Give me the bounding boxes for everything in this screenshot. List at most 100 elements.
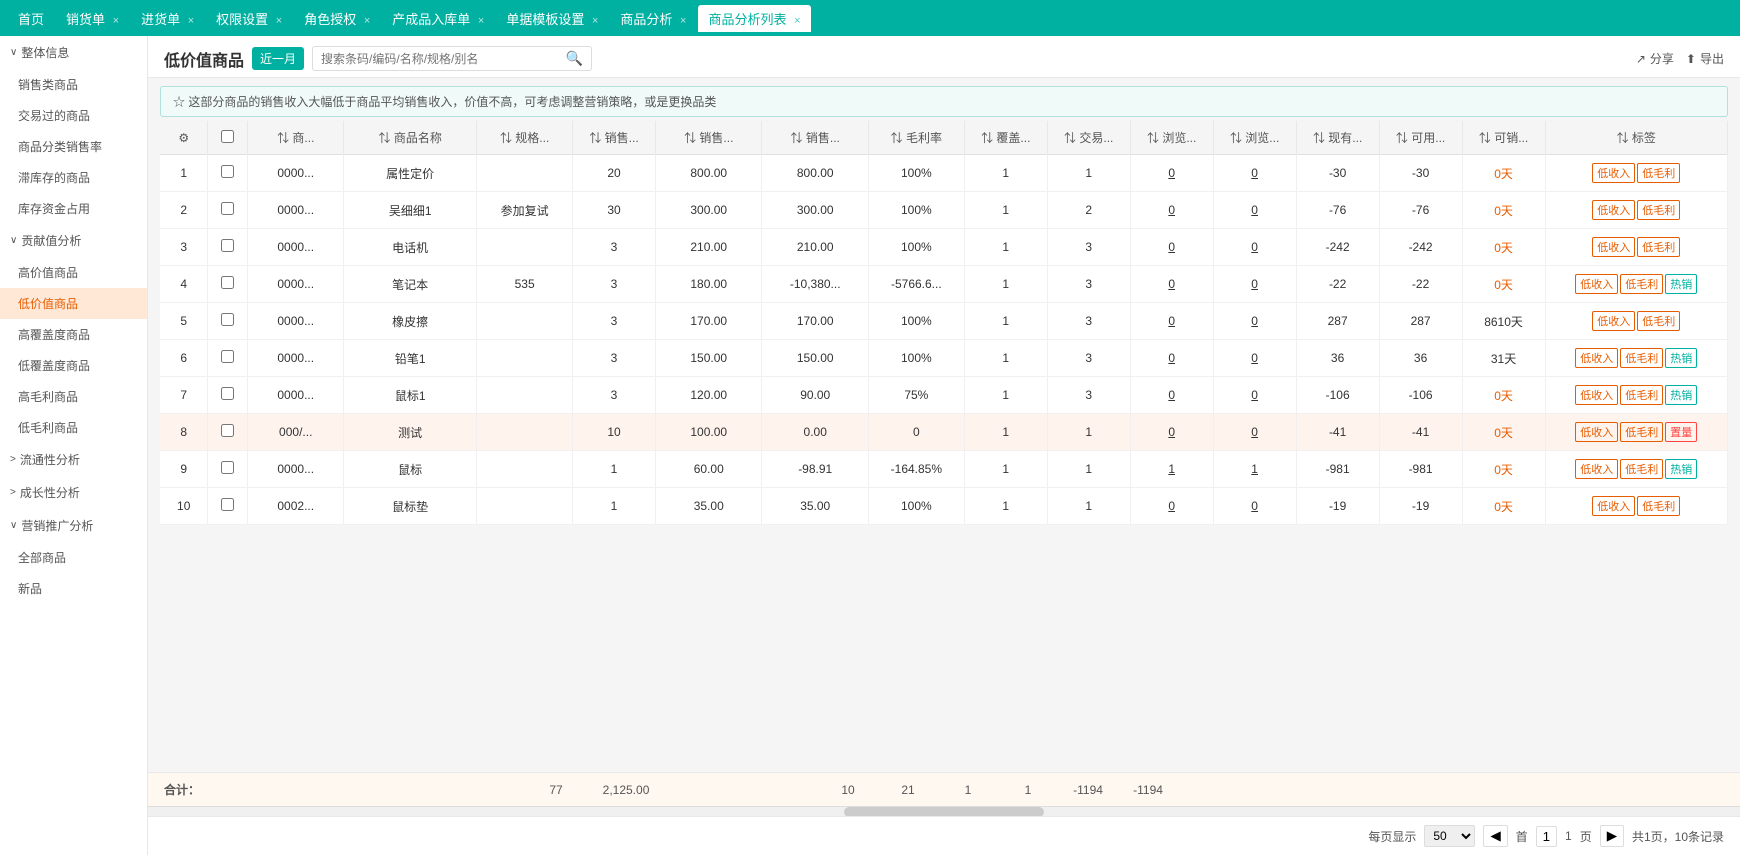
browse-link[interactable]: 1 [1251,462,1258,476]
cell-checkbox[interactable] [208,155,248,192]
row-checkbox[interactable] [221,387,234,400]
cell-checkbox[interactable] [208,451,248,488]
sidebar-item-low-value[interactable]: 低价值商品 [0,288,147,319]
cell-checkbox[interactable] [208,377,248,414]
col-cover[interactable]: ⇅ 覆盖... [964,121,1047,155]
close-icon[interactable]: × [592,15,598,27]
nav-purchase[interactable]: 进货单 × [131,5,204,32]
browse-link[interactable]: 0 [1168,388,1175,402]
cell-checkbox[interactable] [208,414,248,451]
browse-link[interactable]: 0 [1168,314,1175,328]
browse-link[interactable]: 0 [1251,277,1258,291]
col-browse2[interactable]: ⇅ 浏览... [1213,121,1296,155]
browse-link[interactable]: 0 [1168,240,1175,254]
sidebar-item-all-goods[interactable]: 全部商品 [0,542,147,573]
sidebar-group-growth[interactable]: > 成长性分析 [0,476,147,509]
cell-browse1[interactable]: 0 [1130,192,1213,229]
cell-checkbox[interactable] [208,192,248,229]
browse-link[interactable]: 0 [1168,351,1175,365]
close-icon[interactable]: × [188,15,194,27]
browse-link[interactable]: 0 [1168,166,1175,180]
search-input[interactable] [321,52,562,66]
col-stock1[interactable]: ⇅ 现有... [1296,121,1379,155]
col-stock2[interactable]: ⇅ 可用... [1379,121,1462,155]
sidebar-item-new-goods[interactable]: 新品 [0,573,147,604]
col-sale1[interactable]: ⇅ 销售... [656,121,762,155]
browse-link[interactable]: 0 [1168,425,1175,439]
browse-link[interactable]: 0 [1251,388,1258,402]
col-sale2[interactable]: ⇅ 销售... [762,121,868,155]
sidebar-group-marketing[interactable]: ∨ 营销推广分析 [0,509,147,542]
cell-checkbox[interactable] [208,488,248,525]
close-icon[interactable]: × [113,15,119,27]
select-all-checkbox[interactable] [221,130,234,143]
nav-analysis-list[interactable]: 商品分析列表 × [698,5,810,32]
col-saleable[interactable]: ⇅ 可销... [1462,121,1545,155]
nav-role[interactable]: 角色授权 × [294,5,380,32]
cell-browse1[interactable]: 0 [1130,155,1213,192]
sidebar-item-low-margin[interactable]: 低毛利商品 [0,412,147,443]
row-checkbox[interactable] [221,461,234,474]
sidebar-group-liquidity[interactable]: > 流通性分析 [0,443,147,476]
cell-browse1[interactable]: 0 [1130,414,1213,451]
col-checkbox[interactable] [208,121,248,155]
close-icon[interactable]: × [364,15,370,27]
cell-browse1[interactable]: 0 [1130,377,1213,414]
row-checkbox[interactable] [221,202,234,215]
col-code[interactable]: ⇅ 商... [248,121,344,155]
browse-link[interactable]: 0 [1168,277,1175,291]
row-checkbox[interactable] [221,276,234,289]
sidebar-group-contribution[interactable]: ∨ 贡献值分析 [0,224,147,257]
row-checkbox[interactable] [221,313,234,326]
period-button[interactable]: 近一月 [252,47,304,70]
sidebar-item-low-coverage[interactable]: 低覆盖度商品 [0,350,147,381]
sidebar-item-traded-goods[interactable]: 交易过的商品 [0,100,147,131]
cell-browse1[interactable]: 0 [1130,488,1213,525]
cell-browse1[interactable]: 1 [1130,451,1213,488]
row-checkbox[interactable] [221,239,234,252]
cell-checkbox[interactable] [208,340,248,377]
prev-page-button[interactable]: ◀ [1483,825,1507,847]
browse-link[interactable]: 0 [1251,351,1258,365]
col-name[interactable]: ⇅ 商品名称 [344,121,477,155]
row-checkbox[interactable] [221,350,234,363]
nav-template[interactable]: 单据模板设置 × [496,5,608,32]
row-checkbox[interactable] [221,165,234,178]
sidebar-group-overall[interactable]: ∨ 整体信息 [0,36,147,69]
nav-analysis[interactable]: 商品分析 × [610,5,696,32]
browse-link[interactable]: 0 [1251,166,1258,180]
sidebar-item-high-margin[interactable]: 高毛利商品 [0,381,147,412]
browse-link[interactable]: 0 [1251,240,1258,254]
export-button[interactable]: ⬆ 导出 [1686,50,1724,67]
browse-link[interactable]: 0 [1251,203,1258,217]
cell-browse1[interactable]: 0 [1130,340,1213,377]
browse-link[interactable]: 0 [1251,499,1258,513]
col-browse1[interactable]: ⇅ 浏览... [1130,121,1213,155]
table-container[interactable]: ⚙ ⇅ 商... ⇅ 商品名称 ⇅ 规格... ⇅ 销售... ⇅ 销售... … [148,121,1740,772]
browse-link[interactable]: 1 [1168,462,1175,476]
browse-link[interactable]: 0 [1168,203,1175,217]
next-page-button[interactable]: ▶ [1600,825,1624,847]
row-checkbox[interactable] [221,498,234,511]
sidebar-item-high-coverage[interactable]: 高覆盖度商品 [0,319,147,350]
col-spec[interactable]: ⇅ 规格... [477,121,573,155]
nav-product-in[interactable]: 产成品入库单 × [382,5,494,32]
close-icon[interactable]: × [680,15,686,27]
cell-checkbox[interactable] [208,266,248,303]
nav-permission[interactable]: 权限设置 × [206,5,292,32]
sidebar-item-high-value[interactable]: 高价值商品 [0,257,147,288]
cell-checkbox[interactable] [208,229,248,266]
first-page-button[interactable]: 1 [1536,826,1557,847]
browse-link[interactable]: 0 [1251,425,1258,439]
close-icon[interactable]: × [276,15,282,27]
cell-browse1[interactable]: 0 [1130,266,1213,303]
browse-link[interactable]: 0 [1251,314,1258,328]
close-icon[interactable]: × [794,15,800,27]
col-trade[interactable]: ⇅ 交易... [1047,121,1130,155]
share-button[interactable]: ↗ 分享 [1636,50,1674,67]
col-qty[interactable]: ⇅ 销售... [573,121,656,155]
sidebar-item-sales-goods[interactable]: 销售类商品 [0,69,147,100]
search-icon[interactable]: 🔍 [566,50,583,67]
nav-home[interactable]: 首页 [8,5,54,32]
row-checkbox[interactable] [221,424,234,437]
